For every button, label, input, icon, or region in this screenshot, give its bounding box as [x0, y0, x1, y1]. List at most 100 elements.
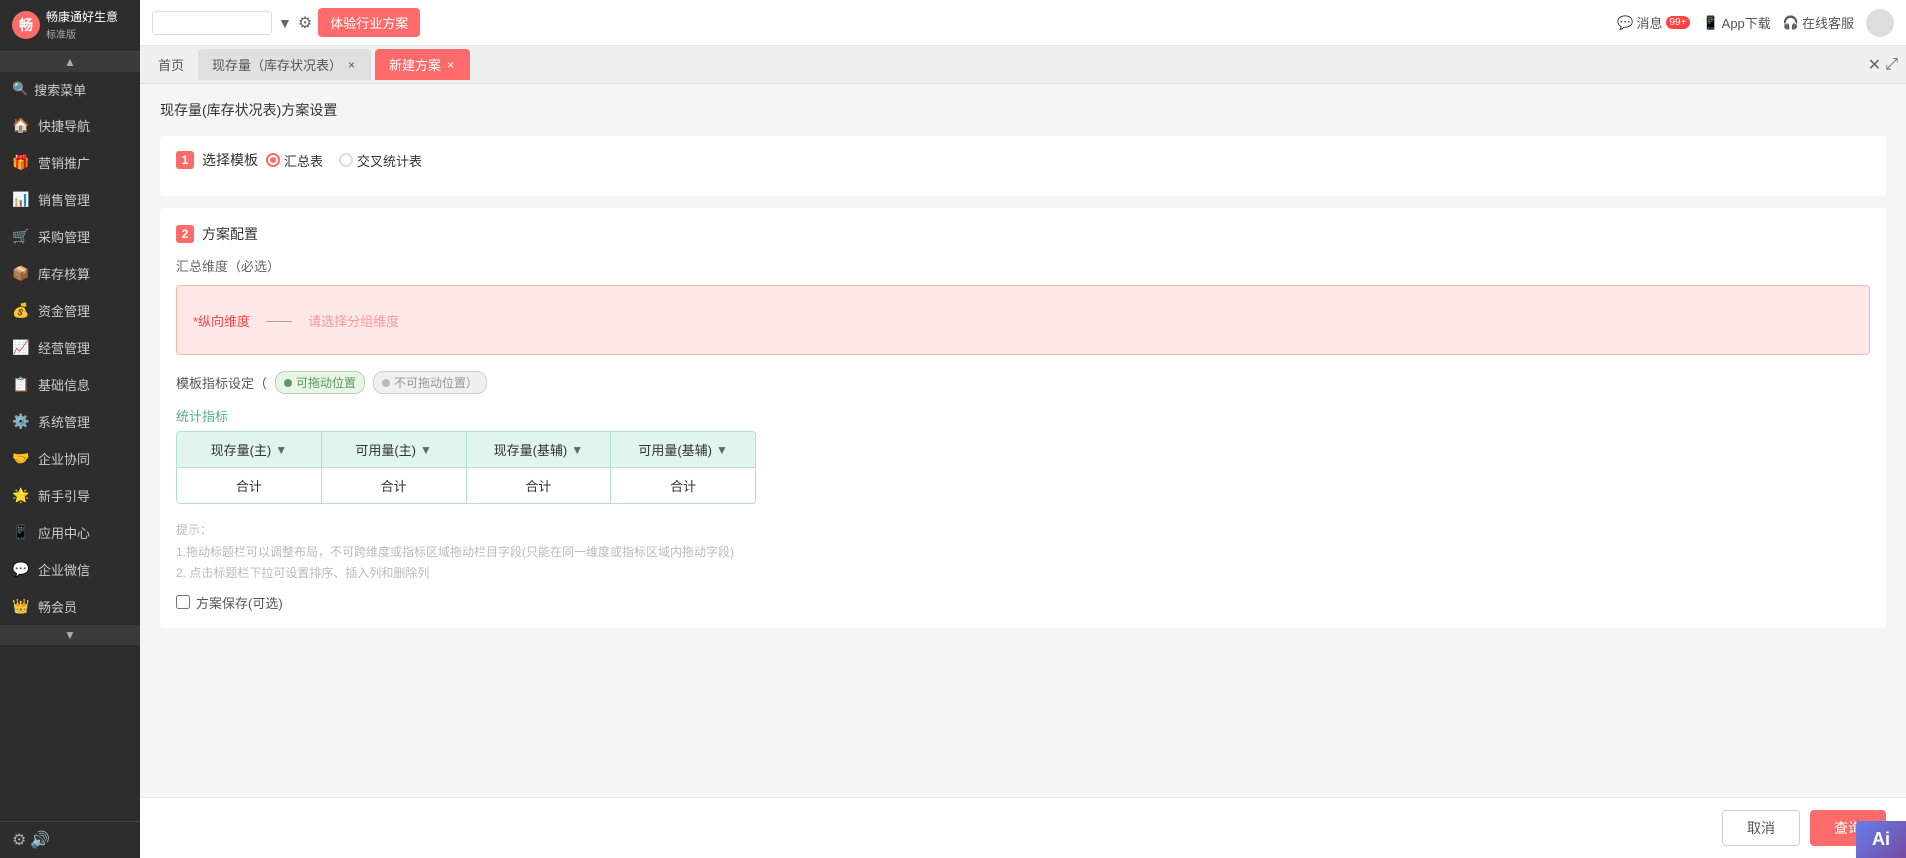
sidebar-item-finance[interactable]: 💰 资金管理 — [0, 292, 140, 329]
step2-label: 方案配置 — [202, 224, 258, 244]
step1-label: 选择模板 — [202, 150, 258, 170]
search-icon: 🔍 — [12, 81, 28, 97]
sidebar-item-label: 快捷导航 — [38, 116, 90, 135]
tip1: 1.拖动标题栏可以调整布局，不可跨维度或指标区域拖动栏目字段(只能在同一维度或指… — [176, 542, 1870, 564]
avatar-image — [1866, 9, 1894, 37]
window-close-icon[interactable]: ✕ — [1868, 55, 1881, 75]
app-download-button[interactable]: 📱 App下载 — [1702, 13, 1770, 32]
crown-icon: 👑 — [12, 598, 30, 615]
message-button[interactable]: 💬 消息 99+ — [1617, 13, 1690, 32]
tab-inventory[interactable]: 现存量（库存状况表） × — [198, 49, 371, 80]
radio-summary[interactable]: 汇总表 — [266, 151, 323, 170]
save-option-label: 方案保存(可选) — [196, 593, 283, 612]
topbar-search-input[interactable] — [152, 11, 272, 35]
save-checkbox[interactable] — [176, 595, 190, 609]
stats-cell-3: 合计 — [611, 468, 755, 503]
home-icon: 🏠 — [12, 117, 30, 134]
sidebar-item-wechat[interactable]: 💬 企业微信 — [0, 551, 140, 588]
stats-col-2: 现存量(基辅) ▼ — [467, 432, 612, 467]
sidebar-item-label: 系统管理 — [38, 412, 90, 431]
cancel-button[interactable]: 取消 — [1722, 810, 1800, 846]
sidebar-item-label: 销售管理 — [38, 190, 90, 209]
step1-number: 1 — [176, 151, 194, 169]
sidebar-item-newbie[interactable]: 🌟 新手引导 — [0, 477, 140, 514]
sidebar-scroll-up[interactable]: ▲ — [0, 52, 140, 72]
industry-plan-button[interactable]: 体验行业方案 — [318, 8, 420, 37]
radio-summary-label: 汇总表 — [284, 151, 323, 170]
sidebar-item-quick-nav[interactable]: 🏠 快捷导航 — [0, 107, 140, 144]
stats-col-3: 可用量(基辅) ▼ — [611, 432, 755, 467]
page-title: 现存量(库存状况表)方案设置 — [160, 100, 1886, 120]
logo-sub: 标准版 — [46, 26, 118, 41]
sidebar-item-label: 应用中心 — [38, 523, 90, 542]
sidebar-item-label: 新手引导 — [38, 486, 90, 505]
message-badge: 99+ — [1666, 16, 1691, 29]
sidebar-item-label: 采购管理 — [38, 227, 90, 246]
gift-icon: 🎁 — [12, 154, 30, 171]
sidebar: 畅 畅康通好生意 标准版 ▲ 🔍 搜索菜单 🏠 快捷导航 🎁 营销推广 📊 销售… — [0, 0, 140, 858]
stats-col-0-dropdown[interactable]: ▼ — [275, 443, 287, 457]
sound-bottom-icon[interactable]: 🔊 — [30, 830, 50, 850]
toggle-unmovable: 不可拖动位置） — [373, 371, 487, 394]
tips-section: 提示： 1.拖动标题栏可以调整布局，不可跨维度或指标区域拖动栏目字段(只能在同一… — [176, 520, 1870, 585]
topbar-gear-icon[interactable]: ⚙ — [298, 13, 312, 33]
step1-header: 1 选择模板 汇总表 交叉统计表 — [176, 150, 1870, 170]
app-icon: 📱 — [1702, 15, 1718, 31]
sidebar-item-member[interactable]: 👑 畅会员 — [0, 588, 140, 625]
user-avatar[interactable] — [1866, 9, 1894, 37]
sidebar-item-sales[interactable]: 📊 销售管理 — [0, 181, 140, 218]
stats-col-2-dropdown[interactable]: ▼ — [571, 443, 583, 457]
radio-cross[interactable]: 交叉统计表 — [339, 151, 422, 170]
chart-icon: 📊 — [12, 191, 30, 208]
main-area: ▼ ⚙ 体验行业方案 💬 消息 99+ 📱 App下载 🎧 在线客服 — [140, 0, 1906, 858]
sidebar-item-purchase[interactable]: 🛒 采购管理 — [0, 218, 140, 255]
cart-icon: 🛒 — [12, 228, 30, 245]
service-label: 在线客服 — [1802, 13, 1854, 32]
template-radio-group: 汇总表 交叉统计表 — [266, 151, 422, 170]
money-icon: 💰 — [12, 302, 30, 319]
stats-col-0: 现存量(主) ▼ — [177, 432, 322, 467]
stats-table-row: 合计 合计 合计 合计 — [177, 467, 755, 503]
search-label: 搜索菜单 — [34, 80, 86, 99]
tab-new-plan-close[interactable]: × — [445, 58, 456, 72]
settings-bottom-icon[interactable]: ⚙ — [12, 830, 26, 850]
dimension-area[interactable]: *纵向维度 —— 请选择分组维度 — [176, 285, 1870, 355]
stats-table-header: 现存量(主) ▼ 可用量(主) ▼ 现存量(基辅) ▼ 可用量(基辅) ▼ — [177, 432, 755, 467]
content-area: 现存量(库存状况表)方案设置 1 选择模板 汇总表 交叉统计表 — [140, 84, 1906, 797]
sidebar-item-basic[interactable]: 📋 基础信息 — [0, 366, 140, 403]
dimension-placeholder: 请选择分组维度 — [308, 311, 399, 330]
topbar-dropdown-icon[interactable]: ▼ — [278, 15, 292, 31]
handshake-icon: 🤝 — [12, 450, 30, 467]
tab-home[interactable]: 首页 — [148, 49, 194, 80]
sidebar-item-apps[interactable]: 📱 应用中心 — [0, 514, 140, 551]
message-icon: 💬 — [1617, 15, 1633, 31]
sidebar-item-label: 企业协同 — [38, 449, 90, 468]
ai-badge[interactable]: Ai — [1856, 821, 1906, 858]
tip2: 2. 点击标题栏下拉可设置排序、插入列和删除列 — [176, 563, 1870, 585]
window-expand-icon[interactable]: ⤢ — [1885, 56, 1898, 74]
footer: 取消 查询 — [140, 797, 1906, 858]
app-label: App下载 — [1722, 13, 1771, 32]
stats-col-1-dropdown[interactable]: ▼ — [420, 443, 432, 457]
toggle-movable[interactable]: 可拖动位置 — [275, 371, 365, 394]
sidebar-item-inventory[interactable]: 📦 库存核算 — [0, 255, 140, 292]
tab-inventory-close[interactable]: × — [346, 58, 357, 72]
sidebar-item-system[interactable]: ⚙️ 系统管理 — [0, 403, 140, 440]
logo-text: 畅康通好生意 — [46, 10, 118, 26]
online-service-button[interactable]: 🎧 在线客服 — [1783, 13, 1854, 32]
sidebar-item-operations[interactable]: 📈 经营管理 — [0, 329, 140, 366]
sidebar-item-label: 企业微信 — [38, 560, 90, 579]
indicator-settings-row: 模板指标设定（ 可拖动位置 不可拖动位置） — [176, 371, 1870, 394]
sidebar-scroll-down[interactable]: ▼ — [0, 625, 140, 645]
phone-icon: 📱 — [12, 524, 30, 541]
radio-summary-circle — [266, 153, 280, 167]
tab-new-plan[interactable]: 新建方案 × — [375, 49, 470, 80]
sidebar-item-marketing[interactable]: 🎁 营销推广 — [0, 144, 140, 181]
sidebar-item-corp[interactable]: 🤝 企业协同 — [0, 440, 140, 477]
sidebar-search[interactable]: 🔍 搜索菜单 — [0, 72, 140, 107]
trend-icon: 📈 — [12, 339, 30, 356]
radio-cross-label: 交叉统计表 — [357, 151, 422, 170]
stats-col-3-dropdown[interactable]: ▼ — [716, 443, 728, 457]
box-icon: 📦 — [12, 265, 30, 282]
step2-header: 2 方案配置 — [176, 224, 1870, 244]
